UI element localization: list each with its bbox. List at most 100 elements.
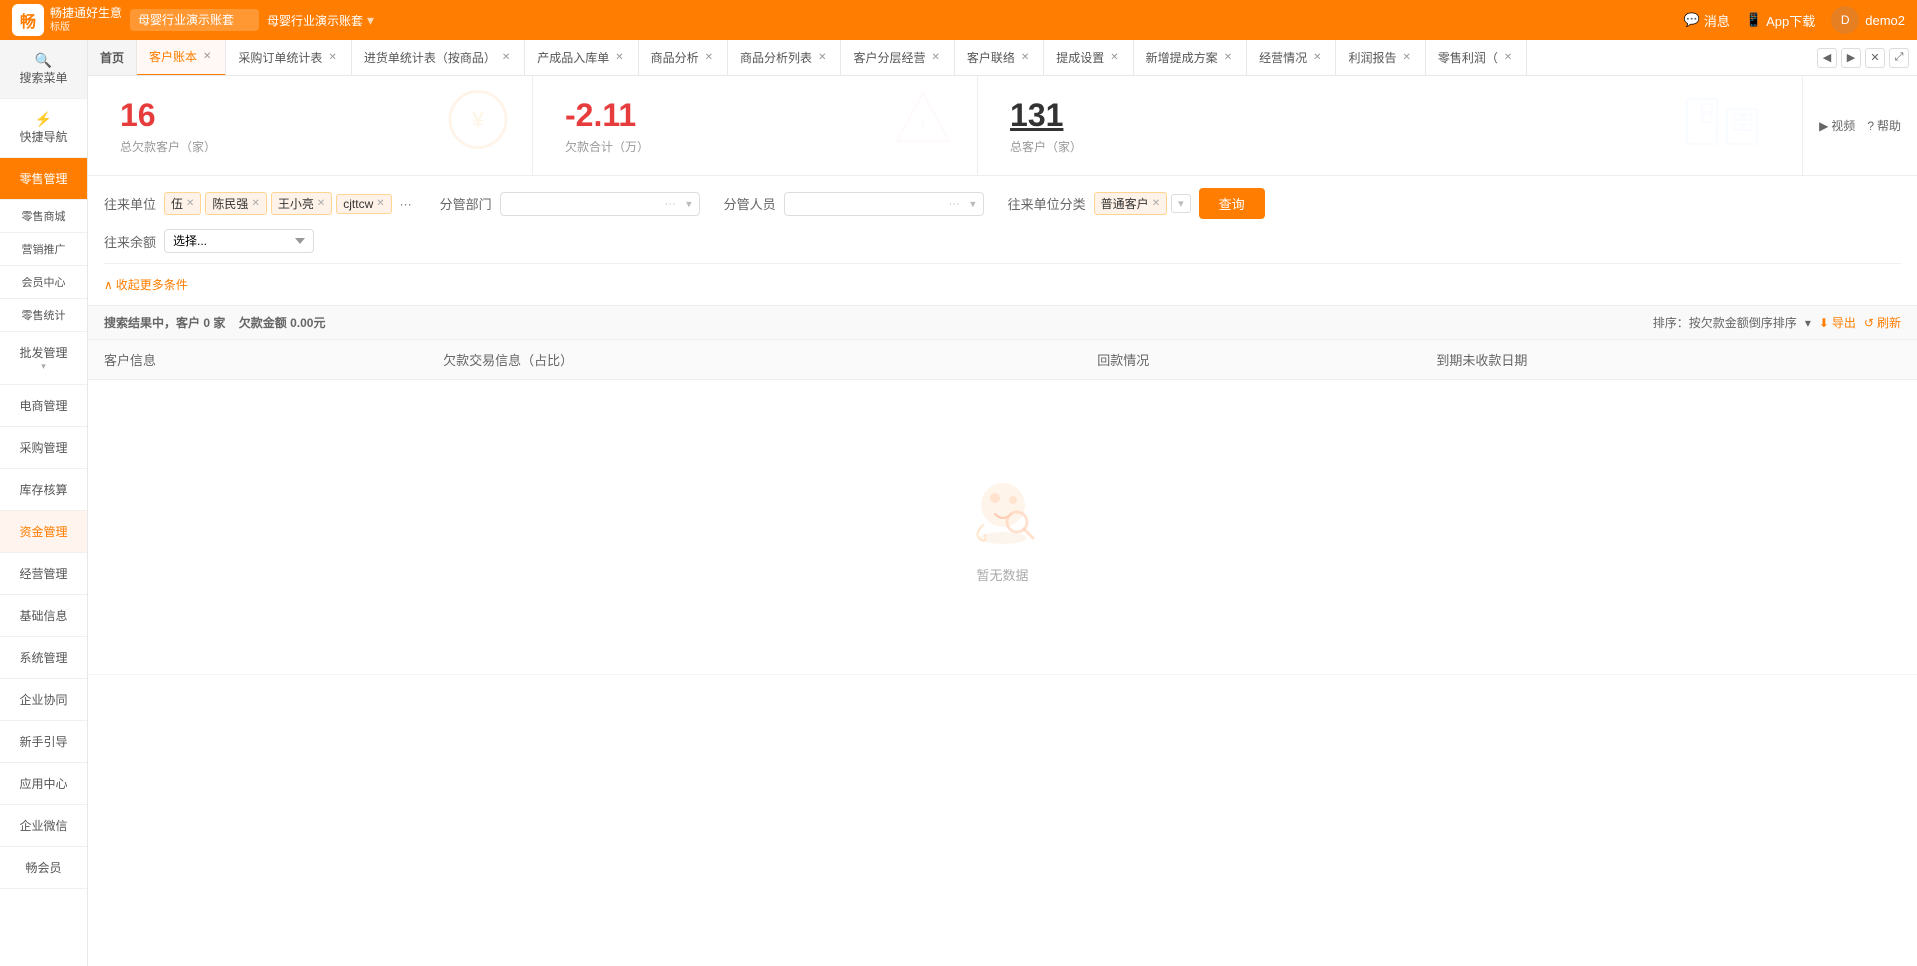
tab-production[interactable]: 产成品入库单 ✕ <box>525 40 638 76</box>
tab-profit-report[interactable]: 利润报告 ✕ <box>1336 40 1425 76</box>
filter-tag-normal-customer-remove[interactable]: ✕ <box>1152 198 1160 209</box>
stat-label-debtors: 总欠款客户（家） <box>120 138 216 155</box>
tab-retail-profit-close[interactable]: ✕ <box>1502 40 1514 76</box>
query-button[interactable]: 查询 <box>1199 188 1265 219</box>
filter-tag-chen-remove[interactable]: ✕ <box>251 198 259 209</box>
video-help-btn[interactable]: ▶ 视频 <box>1819 117 1855 134</box>
tab-promotion-settings-label: 提成设置 <box>1056 40 1104 76</box>
tab-product-analysis-label: 商品分析 <box>651 40 699 76</box>
industry-selector[interactable]: 母婴行业演示账套 <box>130 9 259 31</box>
refresh-btn[interactable]: ↺ 刷新 <box>1864 314 1901 331</box>
tab-production-close[interactable]: ✕ <box>613 40 625 76</box>
tab-product-analysis-list-close[interactable]: ✕ <box>816 40 828 76</box>
tab-operation-status[interactable]: 经营情况 ✕ <box>1247 40 1336 76</box>
filter-balance-wrapper: 选择... <box>164 229 314 253</box>
sidebar-item-operation[interactable]: 经营管理 <box>0 553 87 595</box>
tab-inbound-stat[interactable]: 进货单统计表（按商品） ✕ <box>352 40 525 76</box>
tab-new-promotion[interactable]: 新增提成方案 ✕ <box>1134 40 1247 76</box>
sidebar-item-retail-stat[interactable]: 零售统计 <box>0 299 87 332</box>
filter-tag-wu-text: 伍 <box>171 195 183 212</box>
tab-next-btn[interactable]: ▶ <box>1841 48 1861 68</box>
sidebar-item-search[interactable]: 🔍 搜索菜单 <box>0 40 87 99</box>
tab-product-analysis-list[interactable]: 商品分析列表 ✕ <box>728 40 841 76</box>
tab-customer-account-close[interactable]: ✕ <box>201 40 213 76</box>
collapse-btn[interactable]: ∧ 收起更多条件 <box>104 268 1901 301</box>
results-actions: 排序：按欠款金额倒序排序 ▾ ⬇ 导出 ↺ 刷新 <box>1653 314 1901 331</box>
stat-total-debtors: ¥ 16 总欠款客户（家） <box>88 76 533 175</box>
th-overdue-date: 到期未收款日期 <box>1420 340 1917 380</box>
tab-customer-account-label: 客户账本 <box>149 40 197 75</box>
industry-dropdown-icon[interactable]: ▾ <box>367 12 374 29</box>
tab-promotion-settings[interactable]: 提成设置 ✕ <box>1044 40 1133 76</box>
sidebar-item-enterprise[interactable]: 企业协同 <box>0 679 87 721</box>
filter-tag-wu-remove[interactable]: ✕ <box>186 198 194 209</box>
filter-tag-wang-remove[interactable]: ✕ <box>317 198 325 209</box>
username-label: demo2 <box>1865 13 1905 28</box>
table-body: 暂无数据 <box>88 380 1917 675</box>
filter-row-unit: 往来单位 伍 ✕ 陈民强 ✕ <box>104 188 1901 219</box>
sidebar-item-basic[interactable]: 基础信息 <box>0 595 87 637</box>
tab-new-promotion-close[interactable]: ✕ <box>1222 40 1234 76</box>
filter-balance-select[interactable]: 选择... <box>164 229 314 253</box>
dept-dropdown-icon: ▾ <box>686 197 692 210</box>
search-menu-icon: 🔍 <box>4 52 83 69</box>
tab-product-analysis[interactable]: 商品分析 ✕ <box>639 40 728 76</box>
tab-prev-btn[interactable]: ◀ <box>1817 48 1837 68</box>
sidebar-item-marketing[interactable]: 营销推广 <box>0 233 87 266</box>
tab-retail-profit[interactable]: 零售利润（ ✕ <box>1426 40 1527 76</box>
message-btn[interactable]: 💬 消息 <box>1684 11 1730 30</box>
tab-customer-segment-close[interactable]: ✕ <box>929 40 941 76</box>
filter-dept-label: 分管部门 <box>440 194 492 213</box>
sidebar-item-purchase[interactable]: 采购管理 <box>0 427 87 469</box>
sidebar-item-retail[interactable]: 零售管理 <box>0 158 87 200</box>
sidebar-item-vip[interactable]: 畅会员 <box>0 847 87 889</box>
sort-dropdown-icon[interactable]: ▾ <box>1805 316 1811 330</box>
filter-row-balance: 往来余额 选择... <box>104 229 1901 253</box>
unit-type-dropdown[interactable]: ▾ <box>1171 194 1191 213</box>
tab-customer-account[interactable]: 客户账本 ✕ <box>137 40 226 76</box>
export-icon: ⬇ <box>1819 316 1829 330</box>
sidebar-item-quick[interactable]: ⚡ 快捷导航 <box>0 99 87 158</box>
tab-home[interactable]: 首页 <box>88 40 137 76</box>
sidebar-item-retail-shop[interactable]: 零售商城 <box>0 200 87 233</box>
download-btn[interactable]: 📱 App下载 <box>1746 11 1815 30</box>
sidebar-item-newguide[interactable]: 新手引导 <box>0 721 87 763</box>
tab-product-analysis-close[interactable]: ✕ <box>703 40 715 76</box>
help-btn[interactable]: ? 帮助 <box>1867 117 1901 134</box>
sidebar-item-inventory[interactable]: 库存核算 <box>0 469 87 511</box>
stat-value-customers[interactable]: 131 <box>1010 96 1063 134</box>
sidebar-item-wholesale[interactable]: 批发管理 ▾ <box>0 332 87 385</box>
sidebar-item-ecommerce[interactable]: 电商管理 <box>0 385 87 427</box>
tab-inbound-stat-close[interactable]: ✕ <box>500 40 512 76</box>
filter-tag-more[interactable]: ··· <box>396 195 416 213</box>
sidebar-item-wechat[interactable]: 企业微信 <box>0 805 87 847</box>
sidebar-item-member[interactable]: 会员中心 <box>0 266 87 299</box>
tab-close-all-btn[interactable]: ✕ <box>1865 48 1885 68</box>
filter-tag-chen: 陈民强 ✕ <box>205 192 266 215</box>
quick-nav-icon: ⚡ <box>4 111 83 128</box>
user-area[interactable]: D demo2 <box>1831 6 1905 34</box>
tab-operation-status-close[interactable]: ✕ <box>1311 40 1323 76</box>
sidebar-item-appcenter[interactable]: 应用中心 <box>0 763 87 805</box>
filter-unit-type-tags: 普通客户 ✕ ▾ <box>1094 192 1191 215</box>
sidebar-label-vip: 畅会员 <box>4 859 83 876</box>
tab-profit-report-close[interactable]: ✕ <box>1401 40 1413 76</box>
tab-customer-contact[interactable]: 客户联络 ✕ <box>955 40 1044 76</box>
filter-tag-wu: 伍 ✕ <box>164 192 201 215</box>
logo-subtitle: 标版 <box>50 21 122 34</box>
sidebar-item-system[interactable]: 系统管理 <box>0 637 87 679</box>
filter-tag-cjttcw-remove[interactable]: ✕ <box>376 198 384 209</box>
export-btn[interactable]: ⬇ 导出 <box>1819 314 1856 331</box>
sidebar-item-finance[interactable]: 资金管理 <box>0 511 87 553</box>
tab-purchase-order-close[interactable]: ✕ <box>326 40 338 76</box>
filter-area: 往来单位 伍 ✕ 陈民强 ✕ <box>88 176 1917 306</box>
tab-purchase-order[interactable]: 采购订单统计表 ✕ <box>226 40 351 76</box>
tab-expand-btn[interactable]: ⤢ <box>1889 48 1909 68</box>
sidebar-label-retail-stat: 零售统计 <box>4 307 83 323</box>
tab-customer-contact-close[interactable]: ✕ <box>1019 40 1031 76</box>
tab-customer-segment[interactable]: 客户分层经营 ✕ <box>841 40 954 76</box>
question-icon: ? <box>1867 119 1874 133</box>
customer-unit: 家 <box>213 316 225 330</box>
tab-promotion-settings-close[interactable]: ✕ <box>1108 40 1120 76</box>
sidebar-label-marketing: 营销推广 <box>4 241 83 257</box>
